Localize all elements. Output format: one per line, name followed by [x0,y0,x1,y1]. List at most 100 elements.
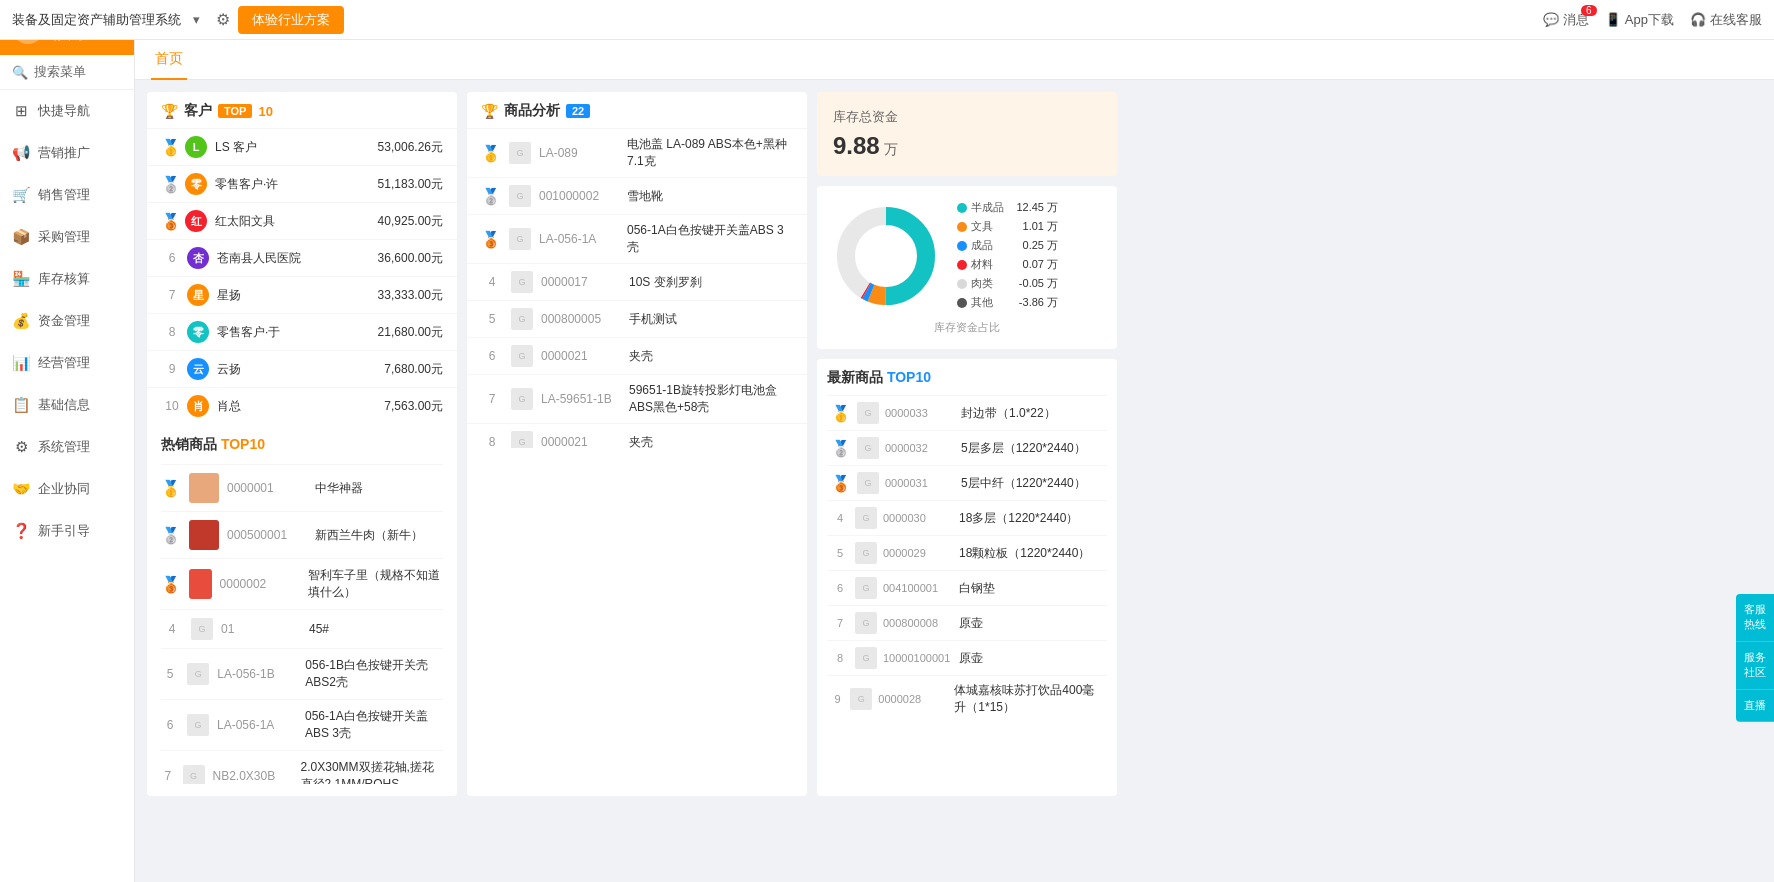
rank-medal: 🥇 [831,404,851,423]
sidebar-item-quick-nav[interactable]: ⊞ 快捷导航 [0,90,134,132]
customer-amount: 53,006.26元 [378,139,443,156]
customer-amount: 7,563.00元 [384,398,443,415]
product-code: LA-056-1B [217,667,297,681]
purchase-icon: 📦 [12,228,30,246]
messages-button[interactable]: 💬 消息 6 [1543,11,1589,29]
top-customers-panel: 🏆 客户 TOP 10 🥇 L LS 客户 53,006.26元 🥈 零 零售客… [147,92,457,796]
customer-avatar: 零 [185,173,207,195]
legend-color [957,203,967,213]
product-name: 夹壳 [629,434,793,449]
rank-number: 9 [161,362,183,376]
product-name: 体城嘉核味苏打饮品400毫升（1*15） [954,682,1103,715]
customer-name: 星扬 [217,287,378,304]
product-code: 0000021 [541,349,621,363]
customer-avatar: 星 [187,284,209,306]
list-item: 🥈 G 0000032 5层多层（1220*2440） [827,430,1107,465]
table-row: 🥇 L LS 客户 53,006.26元 [147,128,457,165]
stock-icon: 🏪 [12,270,30,288]
customer-name: 肖总 [217,398,384,415]
sidebar-item-stock[interactable]: 🏪 库存核算 [0,258,134,300]
product-name: 18颗粒板（1220*2440） [959,545,1090,562]
list-item: 4 G 0000030 18多层（1220*2440） [827,500,1107,535]
rank-number: 4 [481,275,503,289]
rank-number: 7 [831,617,849,629]
product-code: LA-056-1A [217,718,297,732]
float-buttons: 客服热线 服务社区 直播 [1736,594,1774,722]
top-customers-list: 🥇 L LS 客户 53,006.26元 🥈 零 零售客户·许 51,183.0… [147,128,457,424]
trial-button[interactable]: 体验行业方案 [238,6,344,34]
customer-avatar: 杏 [187,247,209,269]
sidebar-item-basic[interactable]: 📋 基础信息 [0,384,134,426]
sidebar-item-finance[interactable]: 💰 资金管理 [0,300,134,342]
legend-item: 半成品 12.45 万 [957,200,1058,215]
product-name: 雪地靴 [627,188,793,205]
marketing-icon: 📢 [12,144,30,162]
rank-number: 7 [161,288,183,302]
list-item: 🥉 G LA-056-1A 056-1A白色按键开关盖ABS 3壳 [467,214,807,263]
top-customers-trophy: 🏆 [161,103,178,119]
settings-icon[interactable]: ⚙ [216,10,230,29]
rank-medal-bronze: 🥉 [161,575,181,594]
app-download-button[interactable]: 📱 App下载 [1605,11,1674,29]
list-item: 7 G 000800008 原壶 [827,605,1107,640]
product-code: 0000029 [883,547,953,559]
list-item: 🥉 G 0000031 5层中纤（1220*2440） [827,465,1107,500]
product-code: LA-59651-1B [541,392,621,406]
customer-name: 零售客户·于 [217,324,378,341]
rank-number: 8 [481,435,503,448]
product-code: 0000021 [541,435,621,448]
product-name: 2.0X30MM双搓花轴,搓花直径2.1MM/ROHS [301,759,443,784]
list-item: 🥇 G 0000033 封边带（1.0*22） [827,395,1107,430]
stock-unit: 万 [884,141,898,159]
sidebar-item-enterprise[interactable]: 🤝 企业协同 [0,468,134,510]
rank-medal-gold: 🥇 [161,479,181,498]
product-name: 电池盖 LA-089 ABS本色+黑种 7.1克 [627,136,793,170]
legend-item: 成品 0.25 万 [957,238,1058,253]
sidebar-item-sales[interactable]: 🛒 销售管理 [0,174,134,216]
sidebar-item-marketing[interactable]: 📢 营销推广 [0,132,134,174]
sidebar-item-purchase[interactable]: 📦 采购管理 [0,216,134,258]
headset-icon: 🎧 [1690,12,1706,27]
analysis-trophy: 🏆 [481,103,498,119]
product-img-placeholder: G [511,431,533,448]
live-broadcast-button[interactable]: 直播 [1736,690,1774,722]
message-icon: 💬 [1543,12,1559,27]
product-code: 0000030 [883,512,953,524]
customer-avatar: 零 [187,321,209,343]
sidebar-item-operation[interactable]: 📊 经营管理 [0,342,134,384]
rank-number: 10 [161,399,183,413]
product-name: 中华神器 [315,480,363,497]
topbar: 装备及固定资产辅助管理系统 ▾ ⚙ 体验行业方案 💬 消息 6 📱 App下载 … [0,0,1774,40]
legend-color [957,260,967,270]
new-products-panel: 最新商品 TOP10 🥇 G 0000033 封边带（1.0*22） 🥈 G 0… [817,359,1117,796]
table-row: 7 星 星扬 33,333.00元 [147,276,457,313]
search-menu[interactable]: 🔍 搜索菜单 [0,55,134,90]
online-service-button[interactable]: 🎧 在线客服 [1690,11,1762,29]
product-img: G [857,437,879,459]
customer-avatar: L [185,136,207,158]
table-row: 9 云 云扬 7,680.00元 [147,350,457,387]
product-code: 0000028 [878,693,948,705]
product-code: 01 [221,622,301,636]
chart-legend: 半成品 12.45 万 文具 1.01 万 成品 0.25 万 [957,200,1058,314]
product-img: G [855,612,877,634]
customer-hotline-button[interactable]: 客服热线 [1736,594,1774,642]
product-img-placeholder: G [509,142,531,164]
system-dropdown-icon[interactable]: ▾ [193,12,200,27]
finance-icon: 💰 [12,312,30,330]
product-name: 45# [309,622,329,636]
list-item: 5 G 000800005 手机测试 [467,300,807,337]
rank-number: 4 [161,622,183,636]
stock-title: 库存总资金 [833,108,1101,126]
sidebar-item-system[interactable]: ⚙ 系统管理 [0,426,134,468]
service-community-button[interactable]: 服务社区 [1736,642,1774,690]
product-img: G [857,472,879,494]
top-customers-count: 10 [258,104,272,119]
table-row: 10 肖 肖总 7,563.00元 [147,387,457,424]
list-item: 🥈 000500001 新西兰牛肉（新牛） [161,511,443,558]
sidebar-item-guide[interactable]: ❓ 新手引导 [0,510,134,552]
customer-avatar: 红 [185,210,207,232]
legend-color [957,279,967,289]
legend-item: 肉类 -0.05 万 [957,276,1058,291]
rank-medal: 🥈 [481,187,501,206]
